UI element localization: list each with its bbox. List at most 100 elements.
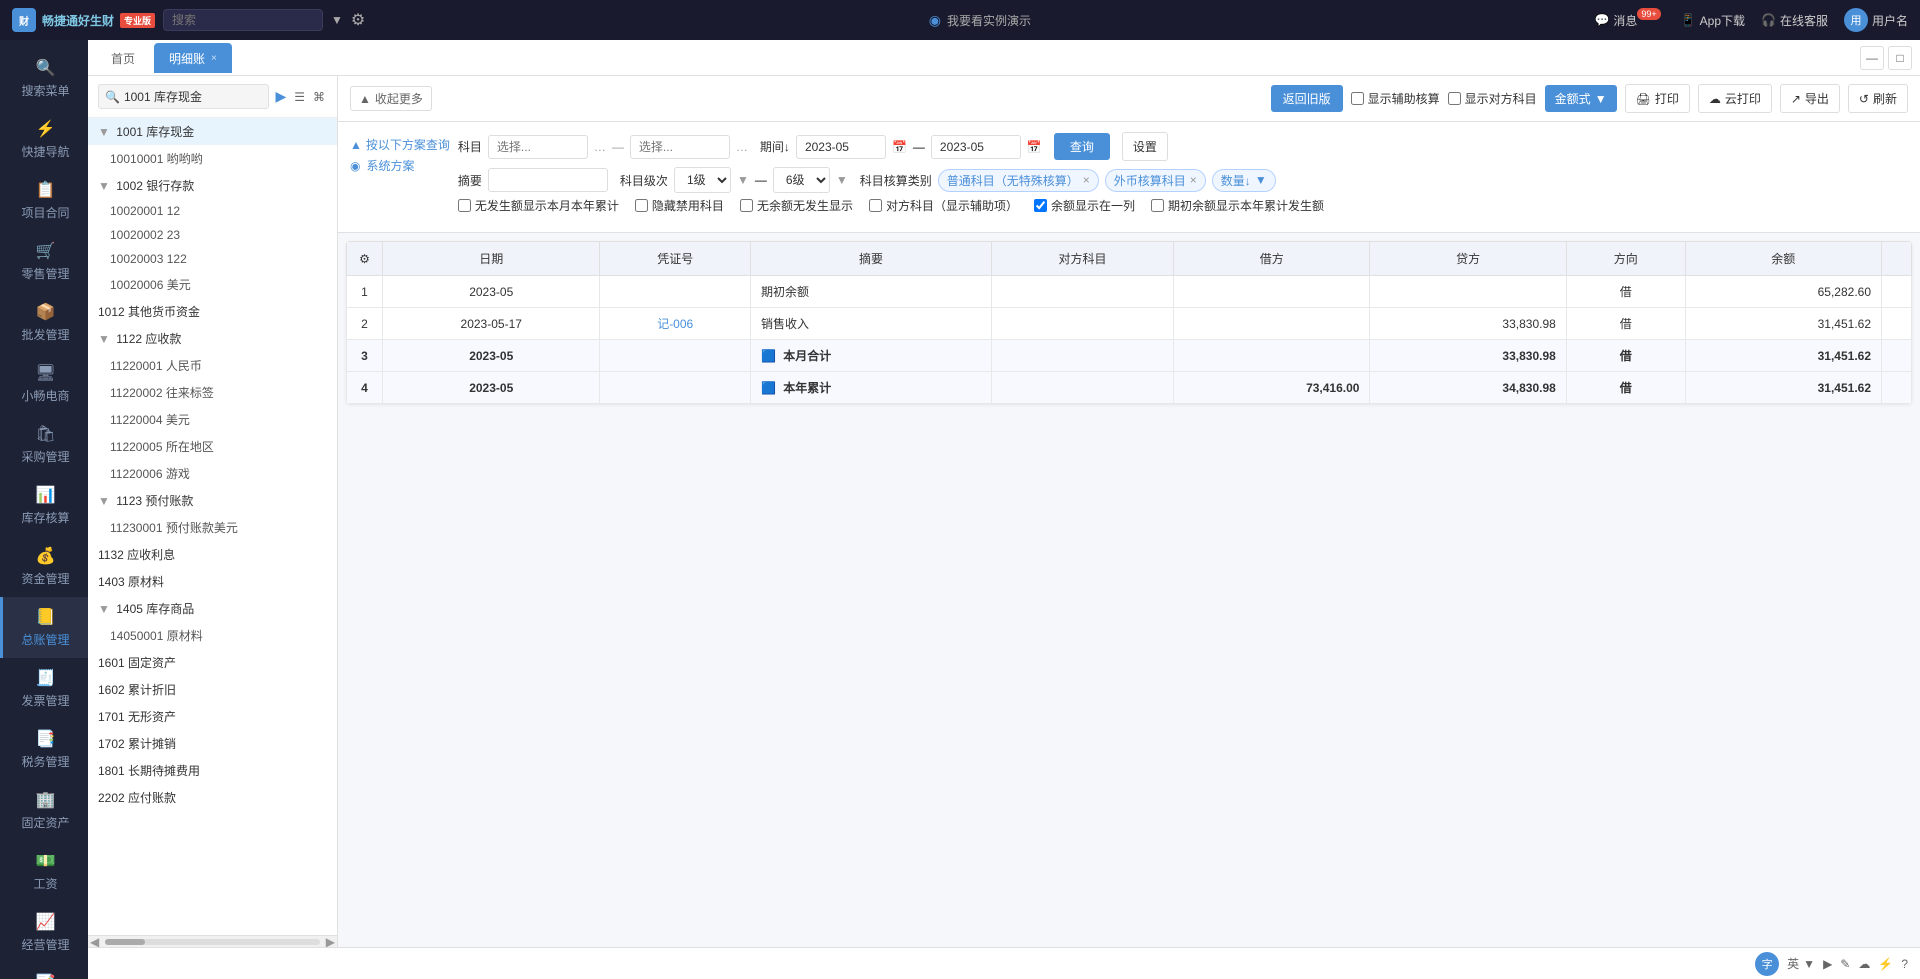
sidebar-item-wholesale[interactable]: 📦 批发管理 xyxy=(0,292,88,353)
tree-item-1801[interactable]: 1801 长期待摊费用 xyxy=(88,757,337,784)
tree-item-11230001[interactable]: 11230001 预付账款美元 xyxy=(88,514,337,541)
sidebar-item-quicknav[interactable]: ⚡ 快捷导航 xyxy=(0,109,88,170)
tab-home[interactable]: 首页 xyxy=(96,43,150,73)
checkbox-no-balance-input[interactable] xyxy=(458,199,471,212)
sidebar-item-purchase[interactable]: 🛍 采购管理 xyxy=(0,414,88,475)
sidebar-item-search[interactable]: 🔍 搜索菜单 xyxy=(0,48,88,109)
notification-item[interactable]: 💬 消息 99+ xyxy=(1594,12,1664,29)
tree-item-10020002[interactable]: 10020002 23 xyxy=(88,223,337,247)
tree-item-1122[interactable]: ▼ 1122 应收款 xyxy=(88,325,337,352)
sidebar-item-invoice[interactable]: 🧾 发票管理 xyxy=(0,658,88,719)
status-edit-btn[interactable]: ✎ xyxy=(1840,957,1850,971)
col-settings[interactable]: ⚙ xyxy=(347,242,383,276)
tree-item-1702[interactable]: 1702 累计摊销 xyxy=(88,730,337,757)
tree-item-1403[interactable]: 1403 原材料 xyxy=(88,568,337,595)
sidebar-item-tax[interactable]: 📑 税务管理 xyxy=(0,719,88,780)
tree-item-11220005[interactable]: 11220005 所在地区 xyxy=(88,433,337,460)
checkbox-opening-ytd[interactable]: 期初余额显示本年累计发生额 xyxy=(1151,197,1324,214)
sidebar-item-assets[interactable]: 🏢 固定资产 xyxy=(0,780,88,841)
tab-detail[interactable]: 明细账 × xyxy=(154,43,232,73)
topbar-dropdown-icon[interactable]: ▼ xyxy=(331,13,343,27)
panel-filter-icon[interactable]: ⌘ xyxy=(311,88,327,106)
tree-item-11220002[interactable]: 11220002 往来标签 xyxy=(88,379,337,406)
status-cloud-btn[interactable]: ☁ xyxy=(1858,957,1870,971)
show-contra-input[interactable] xyxy=(1448,92,1461,105)
tree-item-11220004[interactable]: 11220004 美元 xyxy=(88,406,337,433)
show-aux-checkbox[interactable]: 显示辅助核算 xyxy=(1351,90,1440,107)
checkbox-hide-unused[interactable]: 隐藏禁用科目 xyxy=(635,197,724,214)
tree-item-1602[interactable]: 1602 累计折旧 xyxy=(88,676,337,703)
filter-level-to[interactable]: 6级5级4级 xyxy=(773,167,830,193)
show-contra-checkbox[interactable]: 显示对方科目 xyxy=(1448,90,1537,107)
tree-item-10020003[interactable]: 10020003 122 xyxy=(88,247,337,271)
period-calendar-icon[interactable]: 📅 xyxy=(892,140,907,154)
amount-style-btn[interactable]: 金额式 ▼ xyxy=(1545,85,1617,112)
scroll-right-icon[interactable]: ▶ xyxy=(324,935,337,948)
show-aux-input[interactable] xyxy=(1351,92,1364,105)
tree-item-11220006[interactable]: 11220006 游戏 xyxy=(88,460,337,487)
checkbox-opening-ytd-input[interactable] xyxy=(1151,199,1164,212)
scrollbar-track[interactable] xyxy=(105,939,320,945)
scroll-left-icon[interactable]: ◀ xyxy=(88,935,101,948)
sidebar-item-project[interactable]: 📋 项目合同 xyxy=(0,170,88,231)
checkbox-balance-one-col[interactable]: 余额显示在一列 xyxy=(1034,197,1135,214)
filter-scheme[interactable]: ◉ 系统方案 xyxy=(350,157,450,174)
lang-item[interactable]: 英 ▼ xyxy=(1787,955,1815,972)
checkbox-no-balance[interactable]: 无发生额显示本月本年累计 xyxy=(458,197,619,214)
topbar-demo[interactable]: ◉ 我要看实例演示 xyxy=(929,12,1031,29)
query-btn[interactable]: 查询 xyxy=(1054,133,1110,160)
sidebar-item-finance[interactable]: 💰 资金管理 xyxy=(0,536,88,597)
user-item[interactable]: 用 用户名 xyxy=(1844,8,1908,32)
sidebar-item-sales[interactable]: 📝 小畅报销 xyxy=(0,963,88,979)
status-play-btn[interactable]: ▶ xyxy=(1823,957,1832,971)
tree-item-1001[interactable]: ▼ 1001 库存现金 xyxy=(88,118,337,145)
cloud-print-btn[interactable]: ☁ 云打印 xyxy=(1698,84,1772,113)
return-old-btn[interactable]: 返回旧版 xyxy=(1271,85,1343,112)
checkbox-contra-show[interactable]: 对方科目（显示辅助项） xyxy=(869,197,1018,214)
checkbox-contra-show-input[interactable] xyxy=(869,199,882,212)
checkbox-hide-unused-input[interactable] xyxy=(635,199,648,212)
filter-collapse-btn[interactable]: ▲ 按以下方案查询 xyxy=(350,136,450,153)
tab-close-icon[interactable]: × xyxy=(211,53,217,64)
tab-minimize-btn[interactable]: — xyxy=(1860,46,1884,70)
tree-item-1132[interactable]: 1132 应收利息 xyxy=(88,541,337,568)
settings-icon[interactable]: ⚙ xyxy=(351,10,365,30)
tree-item-2202[interactable]: 2202 应付账款 xyxy=(88,784,337,811)
checkbox-balance-one-col-input[interactable] xyxy=(1034,199,1047,212)
tree-item-14050001[interactable]: 14050001 原材料 xyxy=(88,622,337,649)
row-voucher-2[interactable]: 记-006 xyxy=(600,308,751,340)
checkbox-no-balance-show[interactable]: 无余额无发生显示 xyxy=(740,197,853,214)
tree-item-10010001[interactable]: 10010001 哟哟哟 xyxy=(88,145,337,172)
tree-item-11220001[interactable]: 11220001 人民币 xyxy=(88,352,337,379)
sidebar-item-salary[interactable]: 💵 工资 xyxy=(0,841,88,902)
sidebar-item-ecommerce[interactable]: 🖥 小畅电商 xyxy=(0,353,88,414)
print-btn[interactable]: 🖨 打印 xyxy=(1625,84,1690,113)
tree-item-1012[interactable]: 1012 其他货币资金 xyxy=(88,298,337,325)
account-search-bar[interactable]: 🔍 1001 库存现金 xyxy=(98,84,269,109)
filter-level-from[interactable]: 1级2级3级 xyxy=(674,167,731,193)
translate-btn[interactable]: 字 xyxy=(1755,952,1779,976)
tree-item-10020006[interactable]: 10020006 美元 xyxy=(88,271,337,298)
sidebar-item-general[interactable]: 📒 总账管理 xyxy=(0,597,88,658)
tree-item-1123[interactable]: ▼ 1123 预付账款 xyxy=(88,487,337,514)
app-download-item[interactable]: 📱 App下载 xyxy=(1681,12,1745,29)
tree-item-1002[interactable]: ▼ 1002 银行存款 xyxy=(88,172,337,199)
filter-settings-btn[interactable]: 设置 xyxy=(1122,132,1168,161)
sidebar-item-operation[interactable]: 📈 经营管理 xyxy=(0,902,88,963)
filter-account-end-input[interactable] xyxy=(630,135,730,159)
export-btn[interactable]: ↗ 导出 xyxy=(1780,84,1840,113)
filter-tag-foreign-close[interactable]: × xyxy=(1190,173,1197,187)
tree-item-10020001[interactable]: 10020001 12 xyxy=(88,199,337,223)
status-help-btn[interactable]: ? xyxy=(1901,957,1908,971)
filter-period-to[interactable] xyxy=(931,135,1021,159)
collapse-more-btn[interactable]: ▲ 收起更多 xyxy=(350,86,432,111)
tree-item-1405[interactable]: ▼ 1405 库存商品 xyxy=(88,595,337,622)
account-arrow-icon[interactable]: ▶ xyxy=(275,88,286,105)
filter-period-from[interactable] xyxy=(796,135,886,159)
sidebar-item-inventory[interactable]: 📊 库存核算 xyxy=(0,475,88,536)
refresh-btn[interactable]: ↺ 刷新 xyxy=(1848,84,1908,113)
filter-account-input[interactable] xyxy=(488,135,588,159)
voucher-link-2[interactable]: 记-006 xyxy=(657,317,693,331)
tab-maximize-btn[interactable]: □ xyxy=(1888,46,1912,70)
sidebar-item-retail[interactable]: 🛒 零售管理 xyxy=(0,231,88,292)
